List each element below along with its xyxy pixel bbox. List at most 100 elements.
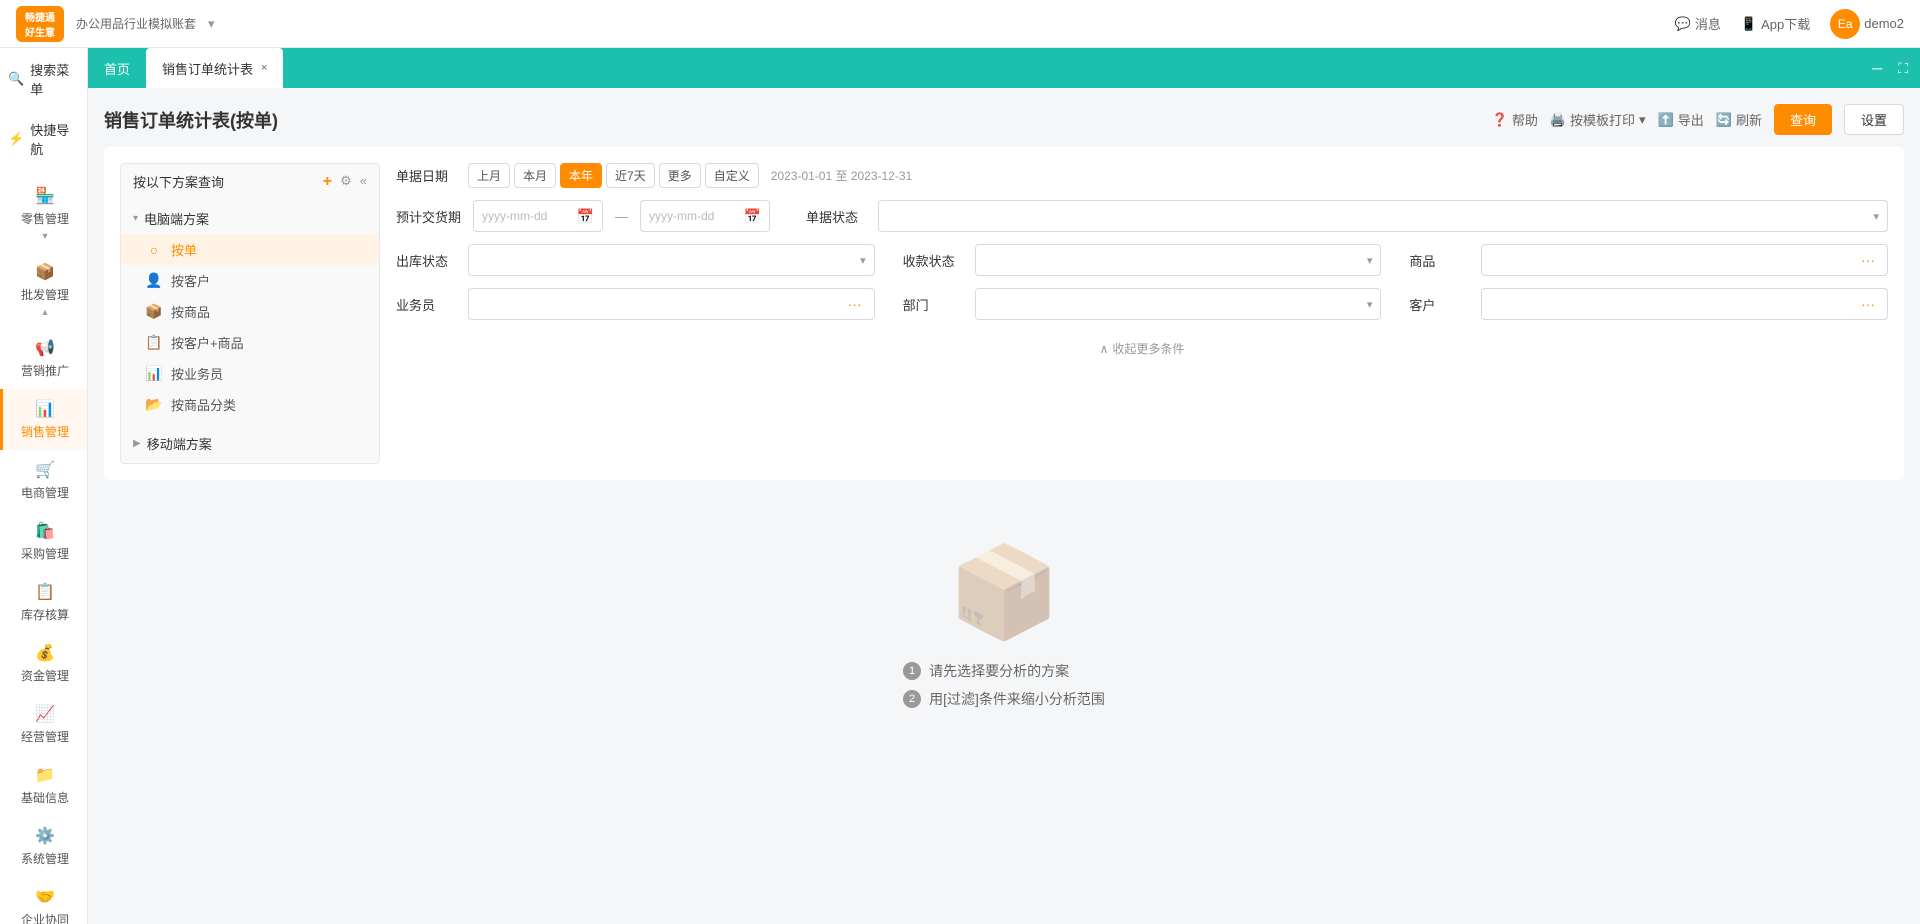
- tab-sales-stats[interactable]: 销售订单统计表 ×: [146, 48, 283, 88]
- add-scheme-button[interactable]: +: [323, 173, 332, 191]
- message-button[interactable]: 💬 消息: [1675, 14, 1721, 33]
- solution-by-goods[interactable]: 📦 按商品: [121, 296, 379, 327]
- collapse-panel-button[interactable]: «: [360, 173, 367, 191]
- date-separator: —: [615, 209, 628, 224]
- empty-tip-2: 2 用[过滤]条件来缩小分析范围: [903, 689, 1105, 709]
- expected-date-end-placeholder: yyyy-mm-dd: [649, 209, 714, 223]
- app-title: 办公用品行业模拟账套: [76, 15, 196, 32]
- export-button[interactable]: ⬆️ 导出: [1658, 110, 1704, 129]
- search-icon: 🔍: [8, 71, 24, 87]
- print-dropdown-icon: ▾: [1639, 112, 1646, 128]
- sidebar-item-wholesale[interactable]: 📦 批发管理 ▴: [0, 252, 87, 328]
- solution-by-customer-goods[interactable]: 📋 按客户+商品: [121, 327, 379, 358]
- settings-button[interactable]: 设置: [1844, 104, 1904, 135]
- settings-scheme-button[interactable]: ⚙: [340, 173, 352, 191]
- collapse-button[interactable]: ∧ 收起更多条件: [396, 332, 1888, 365]
- date-btn-custom[interactable]: 自定义: [705, 163, 759, 188]
- filter-row-salesperson: 业务员 ··· 部门 ▾ 客户: [396, 288, 1888, 320]
- operations-icon: 📈: [35, 704, 55, 724]
- pc-group-label: 电脑端方案: [144, 209, 209, 228]
- mobile-group-header[interactable]: ▶ 移动端方案: [121, 428, 379, 459]
- date-btn-last-month[interactable]: 上月: [468, 163, 510, 188]
- customer-more-icon[interactable]: ···: [1857, 296, 1879, 312]
- query-button[interactable]: 查询: [1774, 104, 1832, 135]
- quick-nav[interactable]: ⚡ 快捷导航: [0, 110, 87, 168]
- enterprise-icon: 🤝: [35, 887, 55, 907]
- by-salesperson-icon: 📊: [145, 365, 163, 382]
- tab-minimize-button[interactable]: ─: [1868, 56, 1886, 81]
- inventory-icon: 📋: [35, 582, 55, 602]
- sidebar-item-ecommerce[interactable]: 🛒 电商管理: [0, 450, 87, 511]
- expected-date-end-input[interactable]: yyyy-mm-dd 📅: [640, 200, 770, 232]
- delivery-status-label: 出库状态: [396, 251, 456, 270]
- date-btn-last-7-days[interactable]: 近7天: [606, 163, 655, 188]
- tab-home[interactable]: 首页: [88, 48, 146, 88]
- help-button[interactable]: ❓ 帮助: [1492, 110, 1538, 129]
- goods-select[interactable]: ···: [1481, 244, 1888, 276]
- empty-illustration: 📦: [948, 540, 1060, 645]
- print-icon: 🖨️: [1550, 112, 1566, 128]
- date-btn-more[interactable]: 更多: [659, 163, 701, 188]
- app-dropdown-icon[interactable]: ▾: [208, 16, 215, 32]
- content-area: 首页 销售订单统计表 × ─ ⛶ 销售订单统计表(按单) ❓ 帮助: [88, 48, 1920, 924]
- expected-date-end: yyyy-mm-dd 📅: [640, 200, 770, 232]
- filter-panel: 按以下方案查询 + ⚙ « ▾ 电脑端方案: [104, 147, 1904, 480]
- search-menu[interactable]: 🔍 搜索菜单: [0, 48, 87, 110]
- filter-row-date: 单据日期 上月 本月 本年 近7天 更多 自定义 2023-01-01 至 20…: [396, 163, 1888, 188]
- receipt-status-arrow-icon: ▾: [1367, 254, 1373, 267]
- logo: 畅捷通 好生意: [16, 6, 64, 42]
- pc-solutions: ○ 按单 👤 按客户 📦 按商品: [121, 234, 379, 420]
- sidebar-item-operations[interactable]: 📈 经营管理: [0, 694, 87, 755]
- refresh-button[interactable]: 🔄 刷新: [1716, 110, 1762, 129]
- sidebar-item-system[interactable]: ⚙️ 系统管理: [0, 816, 87, 877]
- sidebar-item-retail[interactable]: 🏪 零售管理 ▾: [0, 176, 87, 252]
- user-menu[interactable]: Ea demo2: [1830, 9, 1904, 39]
- expected-date-start-placeholder: yyyy-mm-dd: [482, 209, 547, 223]
- purchase-icon: 🛍️: [35, 521, 55, 541]
- sidebar-item-basic[interactable]: 📁 基础信息: [0, 755, 87, 816]
- solution-by-goods-category[interactable]: 📂 按商品分类: [121, 389, 379, 420]
- print-button[interactable]: 🖨️ 按模板打印 ▾: [1550, 110, 1646, 129]
- export-icon: ⬆️: [1658, 112, 1674, 128]
- sidebar-item-inventory[interactable]: 📋 库存核算: [0, 572, 87, 633]
- sidebar-item-finance[interactable]: 💰 资金管理: [0, 633, 87, 694]
- expected-date-start-input[interactable]: yyyy-mm-dd 📅: [473, 200, 603, 232]
- app-download-button[interactable]: 📱 App下载: [1741, 14, 1810, 33]
- date-btn-this-year[interactable]: 本年: [560, 163, 602, 188]
- tab-bar: 首页 销售订单统计表 × ─ ⛶: [88, 48, 1920, 88]
- refresh-icon: 🔄: [1716, 112, 1732, 128]
- sidebar-item-sales[interactable]: 📊 销售管理: [0, 389, 87, 450]
- solution-by-customer[interactable]: 👤 按客户: [121, 265, 379, 296]
- empty-tips: 1 请先选择要分析的方案 2 用[过滤]条件来缩小分析范围: [903, 661, 1105, 709]
- pc-group-header[interactable]: ▾ 电脑端方案: [121, 203, 379, 234]
- filter-row-expected-date: 预计交货期 yyyy-mm-dd 📅 — yyyy-mm-dd: [396, 200, 1888, 232]
- page-title: 销售订单统计表(按单): [104, 107, 278, 133]
- wholesale-icon: 📦: [35, 262, 55, 282]
- department-select[interactable]: ▾: [975, 288, 1382, 320]
- solution-by-salesperson[interactable]: 📊 按业务员: [121, 358, 379, 389]
- right-filter: 单据日期 上月 本月 本年 近7天 更多 自定义 2023-01-01 至 20…: [396, 163, 1888, 464]
- delivery-status-select[interactable]: ▾: [468, 244, 875, 276]
- help-icon: ❓: [1492, 112, 1508, 128]
- salesperson-more-icon[interactable]: ···: [844, 296, 866, 312]
- solution-by-single[interactable]: ○ 按单: [121, 234, 379, 265]
- tab-close-icon[interactable]: ×: [261, 62, 267, 74]
- goods-more-icon[interactable]: ···: [1857, 252, 1879, 268]
- calendar-start-icon: 📅: [577, 208, 594, 225]
- expected-date-label: 预计交货期: [396, 207, 461, 226]
- retail-expand-icon: ▾: [42, 231, 47, 242]
- left-panel-header: 按以下方案查询 + ⚙ «: [121, 164, 379, 199]
- sidebar-item-purchase[interactable]: 🛍️ 采购管理: [0, 511, 87, 572]
- sidebar-item-enterprise[interactable]: 🤝 企业协同: [0, 877, 87, 924]
- sidebar-item-marketing[interactable]: 📢 营销推广: [0, 328, 87, 389]
- customer-select[interactable]: ···: [1481, 288, 1888, 320]
- receipt-status-select[interactable]: ▾: [975, 244, 1382, 276]
- salesperson-select[interactable]: ···: [468, 288, 875, 320]
- main-layout: 🔍 搜索菜单 ⚡ 快捷导航 🏪 零售管理 ▾ 📦 批发管理 ▴ 📢 营销推广 📊…: [0, 48, 1920, 924]
- by-customer-icon: 👤: [145, 272, 163, 289]
- tab-maximize-button[interactable]: ⛶: [1894, 56, 1912, 81]
- doc-status-select[interactable]: ▾: [878, 200, 1888, 232]
- mobile-group-label: 移动端方案: [147, 434, 212, 453]
- date-shortcuts: 上月 本月 本年 近7天 更多 自定义: [468, 163, 759, 188]
- date-btn-this-month[interactable]: 本月: [514, 163, 556, 188]
